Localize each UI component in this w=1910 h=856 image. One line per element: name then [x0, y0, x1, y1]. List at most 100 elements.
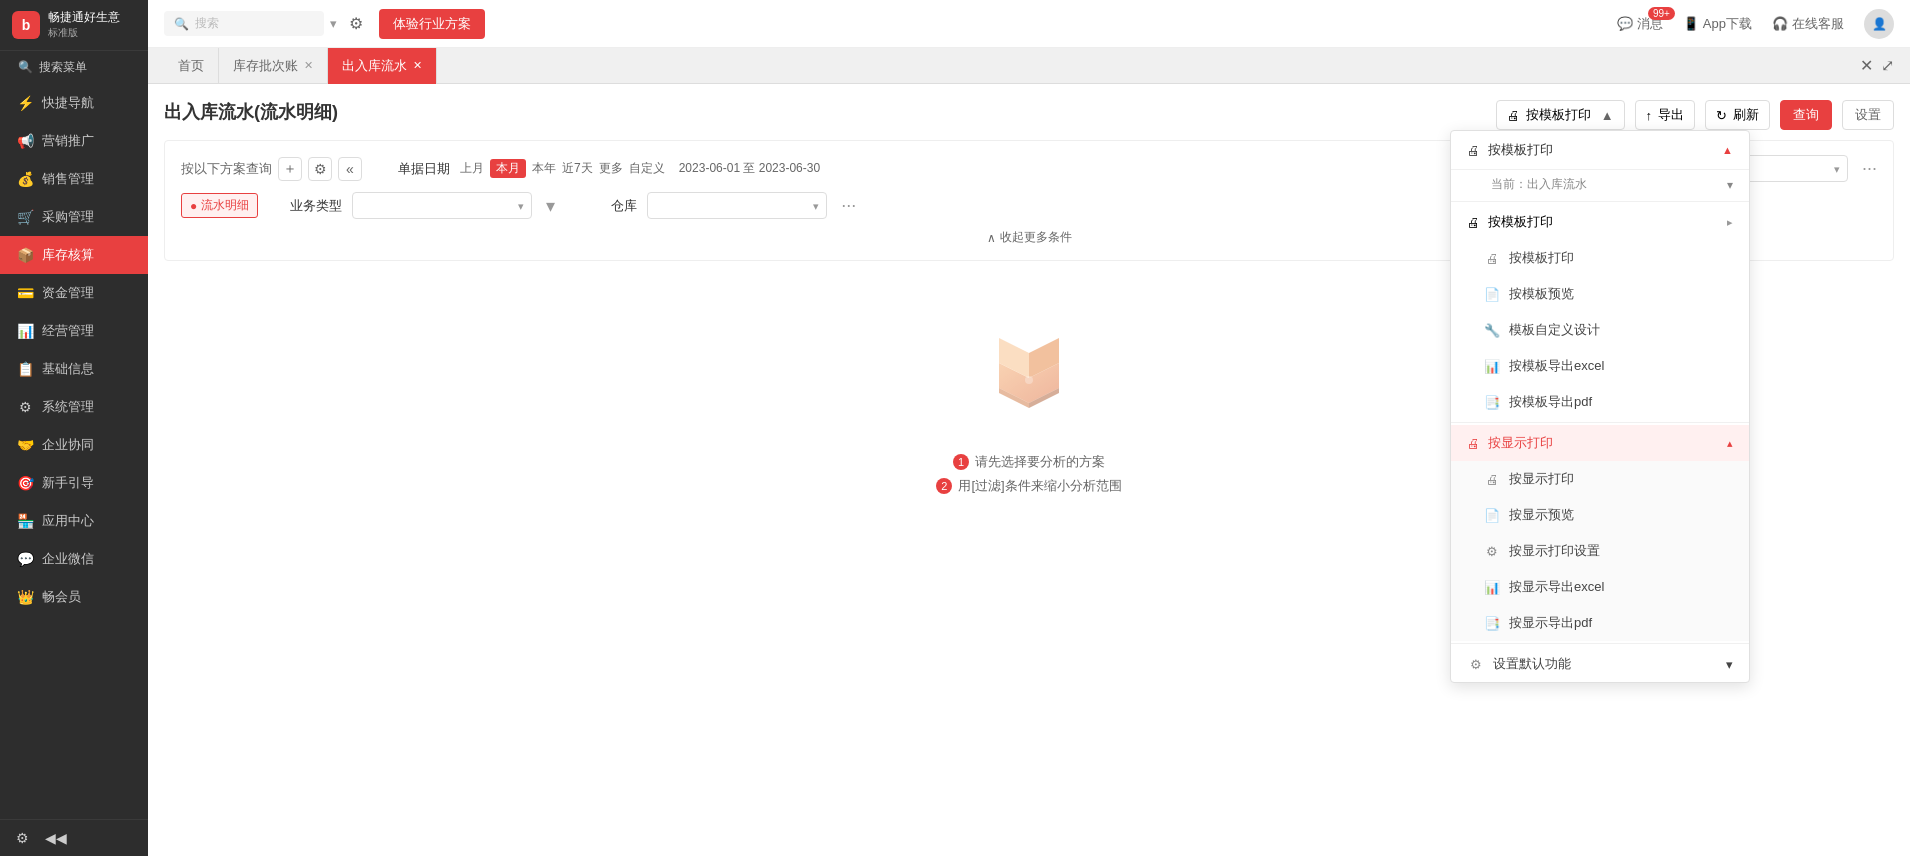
sidebar-item-system[interactable]: ⚙ 系统管理	[0, 388, 148, 426]
warehouse-more-icon[interactable]: ···	[841, 195, 856, 216]
app-download-btn[interactable]: 📱 App下载	[1683, 15, 1752, 33]
message-btn[interactable]: 💬 消息 99+	[1617, 15, 1663, 33]
sidebar-item-label: 采购管理	[42, 208, 94, 226]
display-print-settings-item[interactable]: ⚙ 按显示打印设置	[1451, 533, 1749, 569]
sidebar-item-marketing[interactable]: 📢 营销推广	[0, 122, 148, 160]
template-preview-item[interactable]: 📄 按模板预览	[1451, 276, 1749, 312]
export-icon: ↑	[1646, 108, 1653, 123]
app-download-icon: 📱	[1683, 16, 1699, 31]
sidebar-item-inventory[interactable]: 📦 库存核算	[0, 236, 148, 274]
filter-tag-icon: ●	[190, 199, 197, 213]
date-shortcuts: 上月 本月 本年 近7天 更多 自定义	[460, 159, 665, 178]
date-this-month[interactable]: 本月	[490, 159, 526, 178]
export-btn[interactable]: ↑ 导出	[1635, 100, 1696, 130]
settings-btn[interactable]: 设置	[1842, 100, 1894, 130]
set-default-label: 设置默认功能	[1493, 655, 1571, 673]
sidebar-item-guide[interactable]: 🎯 新手引导	[0, 464, 148, 502]
online-service-label: 在线客服	[1792, 15, 1844, 33]
sidebar-item-appstore[interactable]: 🏪 应用中心	[0, 502, 148, 540]
template-customize-label: 模板自定义设计	[1509, 321, 1600, 339]
sidebar-search-label: 搜索菜单	[39, 59, 87, 76]
sidebar-item-enterprise[interactable]: 🤝 企业协同	[0, 426, 148, 464]
quick-nav-icon: ⚡	[16, 95, 34, 111]
sidebar-nav: ⚡ 快捷导航 📢 营销推广 💰 销售管理 🛒 采购管理 📦 库存核算 💳 资金管…	[0, 84, 148, 819]
empty-hint2-row: 2 用[过滤]条件来缩小分析范围	[936, 477, 1121, 495]
template-customize-item[interactable]: 🔧 模板自定义设计	[1451, 312, 1749, 348]
template-print-section-header[interactable]: 🖨 按模板打印 ▸	[1451, 204, 1749, 240]
set-default-item[interactable]: ⚙ 设置默认功能 ▾	[1451, 646, 1749, 682]
business-type-more-icon[interactable]: ▾	[546, 195, 555, 217]
topbar-gear-icon[interactable]: ⚙	[349, 14, 363, 33]
basic-icon: 📋	[16, 361, 34, 377]
display-section-chevron: ▴	[1727, 437, 1733, 450]
sidebar: b 畅捷通好生意 标准版 🔍 搜索菜单 ⚡ 快捷导航 📢 营销推广 💰 销售管理…	[0, 0, 148, 856]
print-dropdown-collapse-icon[interactable]: ▲	[1722, 144, 1733, 156]
app-name: 畅捷通好生意	[48, 10, 120, 26]
topbar-dropdown-icon[interactable]: ▾	[330, 16, 337, 31]
date-range-display: 2023-06-01 至 2023-06-30	[679, 160, 820, 177]
sidebar-item-label: 快捷导航	[42, 94, 94, 112]
manage-scheme-btn[interactable]: ⚙	[308, 157, 332, 181]
warehouse-select[interactable]	[647, 192, 827, 219]
tab-batch-account[interactable]: 库存批次账 ✕	[219, 48, 328, 84]
print-current-chevron[interactable]: ▾	[1727, 178, 1733, 192]
empty-illustration	[979, 333, 1079, 433]
template-export-pdf-label: 按模板导出pdf	[1509, 393, 1592, 411]
doc-type-more-icon[interactable]: ···	[1862, 158, 1877, 179]
sidebar-search[interactable]: 🔍 搜索菜单	[0, 51, 148, 84]
date-this-year[interactable]: 本年	[532, 160, 556, 177]
business-type-select[interactable]	[352, 192, 532, 219]
sidebar-item-label: 企业微信	[42, 550, 94, 568]
industry-btn[interactable]: 体验行业方案	[379, 9, 485, 39]
print-template-btn[interactable]: 🖨 按模板打印 ▲	[1496, 100, 1625, 130]
user-avatar[interactable]: 👤	[1864, 9, 1894, 39]
set-default-chevron: ▾	[1726, 657, 1733, 672]
template-print-item[interactable]: 🖨 按模板打印	[1451, 240, 1749, 276]
template-export-excel-label: 按模板导出excel	[1509, 357, 1604, 375]
template-export-pdf-item[interactable]: 📑 按模板导出pdf	[1451, 384, 1749, 420]
sidebar-item-label: 营销推广	[42, 132, 94, 150]
sidebar-logo: b 畅捷通好生意 标准版	[0, 0, 148, 51]
tab-inout-flow[interactable]: 出入库流水 ✕	[328, 48, 437, 84]
sidebar-item-member[interactable]: 👑 畅会员	[0, 578, 148, 616]
tab-batch-account-close[interactable]: ✕	[304, 59, 313, 72]
sidebar-item-operation[interactable]: 📊 经营管理	[0, 312, 148, 350]
tab-close-all-icon[interactable]: ✕	[1860, 56, 1873, 75]
add-scheme-btn[interactable]: ＋	[278, 157, 302, 181]
sidebar-item-wechat[interactable]: 💬 企业微信	[0, 540, 148, 578]
wechat-icon: 💬	[16, 551, 34, 567]
date-last-7-days[interactable]: 近7天	[562, 160, 593, 177]
sidebar-item-finance[interactable]: 💳 资金管理	[0, 274, 148, 312]
collapse-sidebar-icon[interactable]: ◀◀	[45, 830, 67, 846]
date-more[interactable]: 更多	[599, 160, 623, 177]
display-print-item[interactable]: 🖨 按显示打印	[1451, 461, 1749, 497]
display-print-section-header[interactable]: 🖨 按显示打印 ▴	[1451, 425, 1749, 461]
filter-tag-label: 流水明细	[201, 197, 249, 214]
settings-icon[interactable]: ⚙	[16, 830, 29, 846]
sidebar-item-purchase[interactable]: 🛒 采购管理	[0, 198, 148, 236]
date-custom[interactable]: 自定义	[629, 160, 665, 177]
display-print-icon: 🖨	[1483, 472, 1501, 487]
refresh-btn[interactable]: ↻ 刷新	[1705, 100, 1770, 130]
tab-inout-flow-close[interactable]: ✕	[413, 59, 422, 72]
sidebar-item-label: 资金管理	[42, 284, 94, 302]
sidebar-item-basic[interactable]: 📋 基础信息	[0, 350, 148, 388]
appstore-icon: 🏪	[16, 513, 34, 529]
sidebar-item-quick-nav[interactable]: ⚡ 快捷导航	[0, 84, 148, 122]
sidebar-item-label: 企业协同	[42, 436, 94, 454]
sidebar-item-sales[interactable]: 💰 销售管理	[0, 160, 148, 198]
topbar-search-box[interactable]: 🔍 搜索	[164, 11, 324, 36]
query-btn[interactable]: 查询	[1780, 100, 1832, 130]
online-service-btn[interactable]: 🎧 在线客服	[1772, 15, 1844, 33]
date-last-month[interactable]: 上月	[460, 160, 484, 177]
template-excel-icon: 📊	[1483, 359, 1501, 374]
tab-expand-icon[interactable]: ⤢	[1881, 56, 1894, 75]
display-preview-item[interactable]: 📄 按显示预览	[1451, 497, 1749, 533]
display-export-excel-item[interactable]: 📊 按显示导出excel	[1451, 569, 1749, 605]
tab-home[interactable]: 首页	[164, 48, 219, 84]
template-export-excel-item[interactable]: 📊 按模板导出excel	[1451, 348, 1749, 384]
display-export-pdf-item[interactable]: 📑 按显示导出pdf	[1451, 605, 1749, 641]
topbar-search-icon: 🔍	[174, 17, 189, 31]
sidebar-item-label: 应用中心	[42, 512, 94, 530]
collapse-scheme-btn[interactable]: «	[338, 157, 362, 181]
